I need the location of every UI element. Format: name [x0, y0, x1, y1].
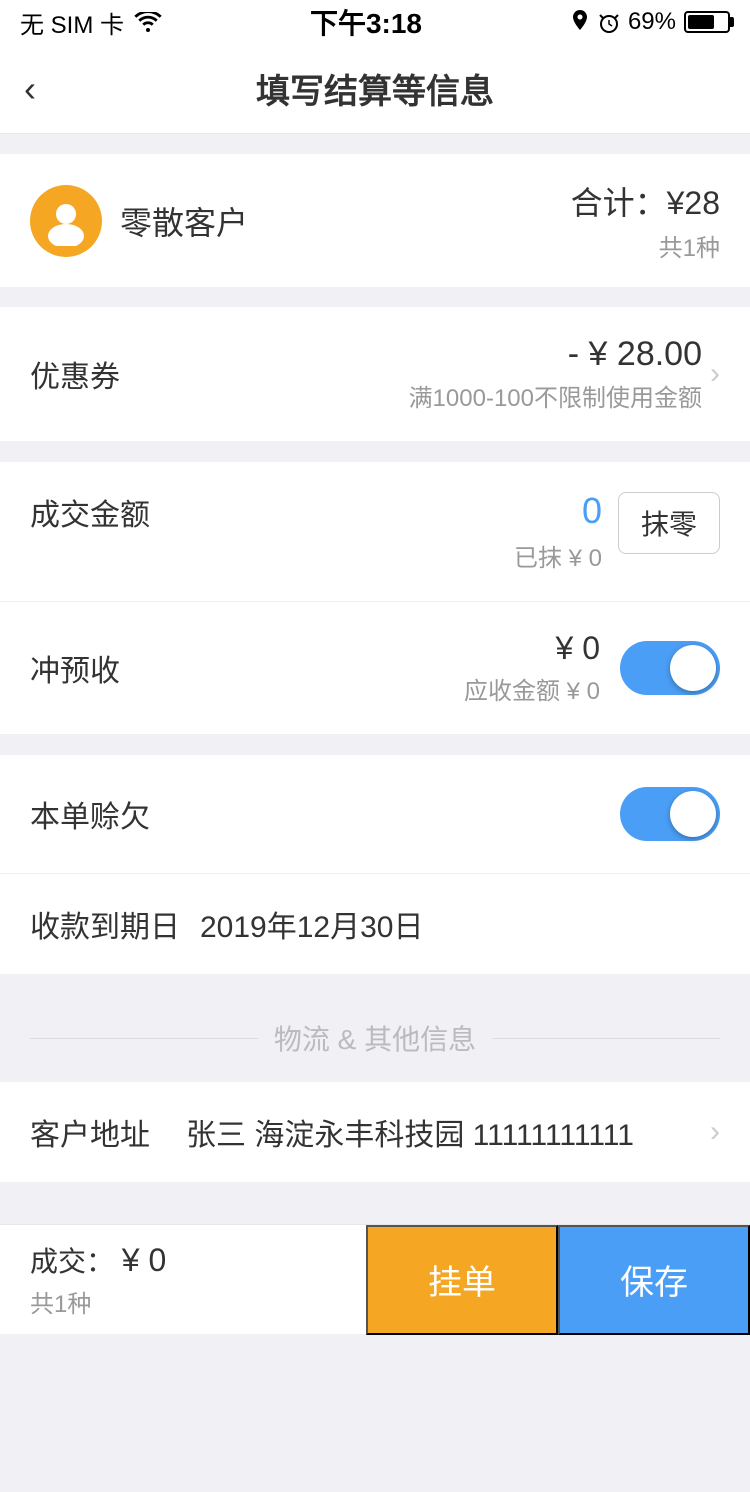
address-label: 客户地址 — [30, 1110, 150, 1154]
chevron-right-icon: › — [710, 357, 720, 391]
divider-line-right — [492, 1038, 720, 1039]
transaction-right: 0 已抹 ¥ 0 抹零 — [514, 490, 720, 573]
divider — [0, 134, 750, 154]
prereceipt-toggle[interactable] — [620, 641, 720, 695]
logistics-label: 物流 & 其他信息 — [274, 1018, 476, 1058]
address-value: 张三 海淀永丰科技园 11111111111 — [186, 1110, 686, 1154]
duedate-label: 收款到期日 — [30, 902, 180, 946]
bottom-bar: 成交： ¥ 0 共1种 挂单 保存 — [0, 1224, 750, 1334]
total-amount: 合计：¥28 — [571, 178, 720, 224]
customer-name: 零散客户 — [120, 198, 248, 244]
bottom-trade-amount: ¥ 0 — [122, 1242, 166, 1278]
debt-row: 本单赊欠 — [0, 755, 750, 873]
prereceipt-label: 冲预收 — [30, 646, 120, 690]
coupon-amount: - ¥ 28.00 — [568, 335, 702, 374]
back-button[interactable]: ‹ — [24, 68, 36, 110]
status-left: 无 SIM 卡 — [20, 5, 162, 40]
coupon-value-area: - ¥ 28.00 满1000-100不限制使用金额 — [409, 335, 702, 413]
prereceipt-right: ¥ 0 应收金额 ¥ 0 — [464, 630, 720, 706]
bottom-trade-label: 成交： — [30, 1246, 114, 1277]
avatar — [30, 185, 102, 257]
transaction-label: 成交金额 — [30, 490, 150, 534]
user-icon — [41, 196, 91, 246]
duedate-value: 2019年12月30日 — [200, 902, 423, 946]
coupon-desc: 满1000-100不限制使用金额 — [409, 378, 702, 413]
bottom-trade-row: 成交： ¥ 0 — [30, 1240, 336, 1280]
bottom-padding — [0, 1382, 750, 1492]
customer-info: 零散客户 — [30, 185, 248, 257]
battery-percent: 69% — [628, 8, 676, 36]
pending-button[interactable]: 挂单 — [366, 1225, 558, 1335]
customer-row: 零散客户 合计：¥28 共1种 — [0, 154, 750, 287]
divider — [0, 735, 750, 755]
prereceipt-values: ¥ 0 应收金额 ¥ 0 — [464, 630, 600, 706]
save-button[interactable]: 保存 — [558, 1225, 750, 1335]
customer-total: 合计：¥28 共1种 — [571, 178, 720, 263]
battery-icon — [684, 11, 730, 33]
no-sim-label: 无 SIM 卡 — [20, 5, 124, 40]
prereceipt-amount: ¥ 0 — [464, 630, 600, 667]
bottom-count: 共1种 — [30, 1284, 336, 1319]
total-count: 共1种 — [571, 228, 720, 263]
nav-bar: ‹ 填写结算等信息 — [0, 44, 750, 134]
prereceipt-sub: 应收金额 ¥ 0 — [464, 671, 600, 706]
transaction-value-area: 0 已抹 ¥ 0 — [514, 490, 602, 573]
status-bar: 无 SIM 卡 下午3:18 69% — [0, 0, 750, 44]
page-title: 填写结算等信息 — [256, 64, 494, 113]
coupon-row[interactable]: 优惠券 - ¥ 28.00 满1000-100不限制使用金额 › — [0, 307, 750, 442]
wifi-icon — [134, 12, 162, 32]
debt-toggle[interactable] — [620, 787, 720, 841]
round-button[interactable]: 抹零 — [618, 492, 720, 554]
logistics-divider: 物流 & 其他信息 — [30, 1018, 720, 1058]
divider — [0, 974, 750, 994]
divider-line-left — [30, 1038, 258, 1039]
address-chevron-icon: › — [710, 1115, 720, 1149]
transaction-value: 0 — [582, 490, 602, 532]
prereceipt-row: 冲预收 ¥ 0 应收金额 ¥ 0 — [0, 602, 750, 735]
debt-toggle-knob — [670, 791, 716, 837]
status-time: 下午3:18 — [310, 2, 422, 42]
toggle-knob — [670, 645, 716, 691]
duedate-row: 收款到期日 2019年12月30日 — [0, 873, 750, 974]
coupon-label: 优惠券 — [30, 352, 120, 396]
location-icon — [570, 10, 590, 34]
divider — [0, 442, 750, 462]
bottom-info: 成交： ¥ 0 共1种 — [0, 1240, 366, 1319]
transaction-sub: 已抹 ¥ 0 — [514, 538, 602, 573]
alarm-icon — [598, 10, 620, 34]
transaction-amount-row: 成交金额 0 已抹 ¥ 0 抹零 — [0, 462, 750, 602]
divider — [0, 287, 750, 307]
logistics-section: 物流 & 其他信息 — [0, 994, 750, 1082]
debt-label: 本单赊欠 — [30, 792, 150, 836]
address-row[interactable]: 客户地址 张三 海淀永丰科技园 11111111111 › — [0, 1082, 750, 1182]
status-right: 69% — [570, 8, 730, 36]
